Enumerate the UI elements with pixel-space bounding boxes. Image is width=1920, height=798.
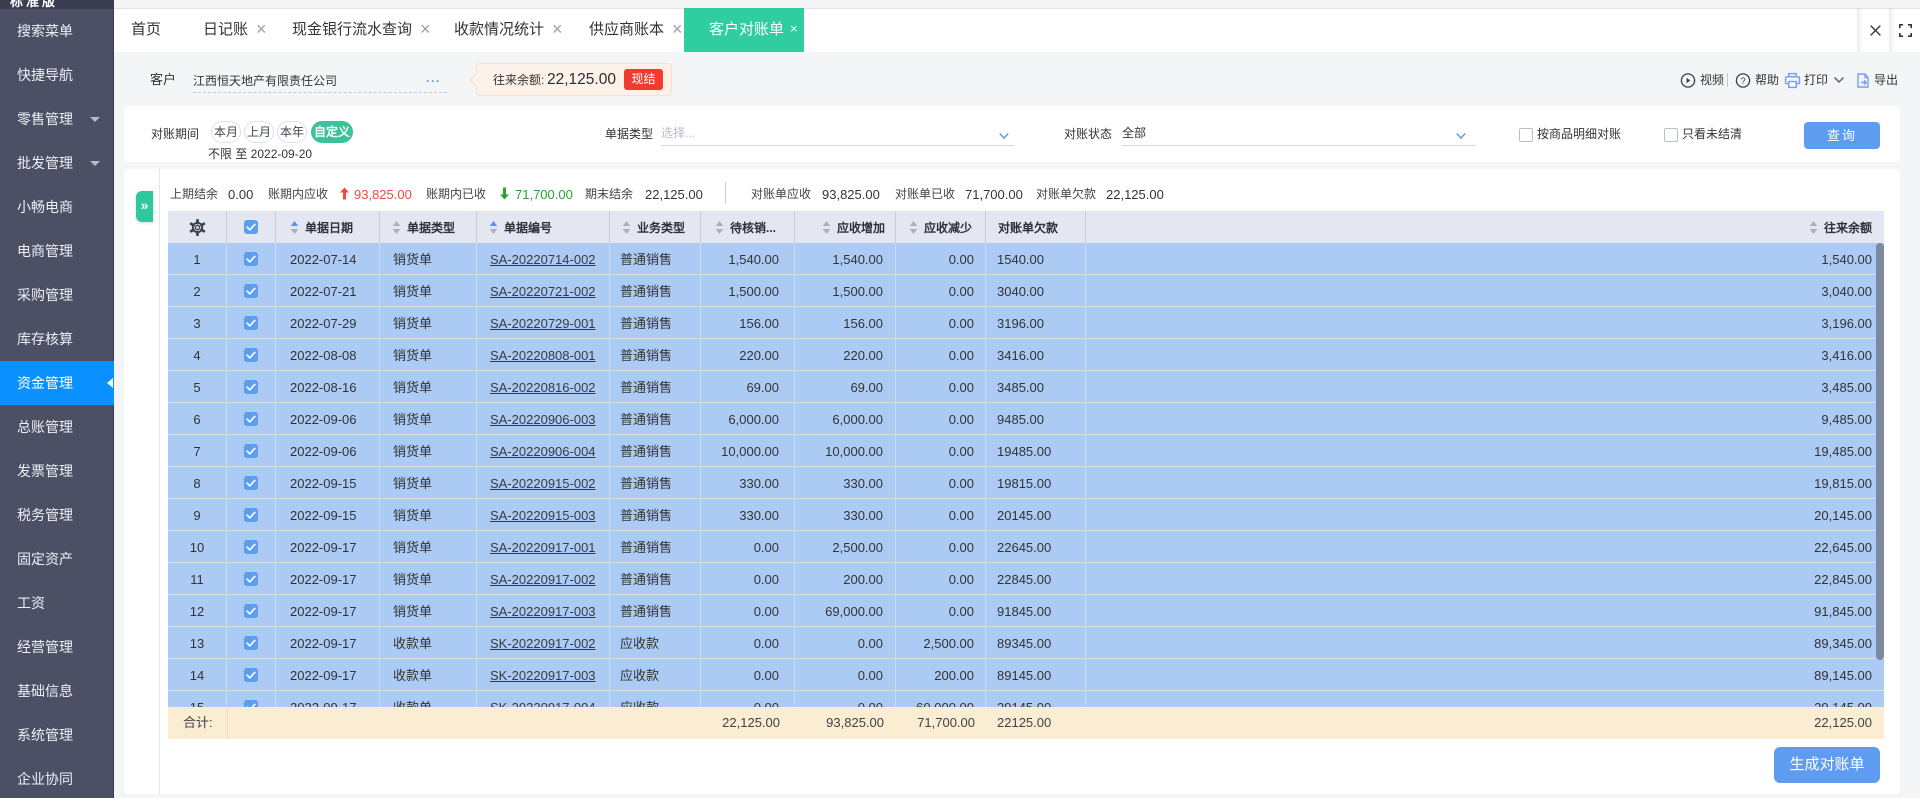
svg-text:?: ? (1740, 76, 1745, 87)
